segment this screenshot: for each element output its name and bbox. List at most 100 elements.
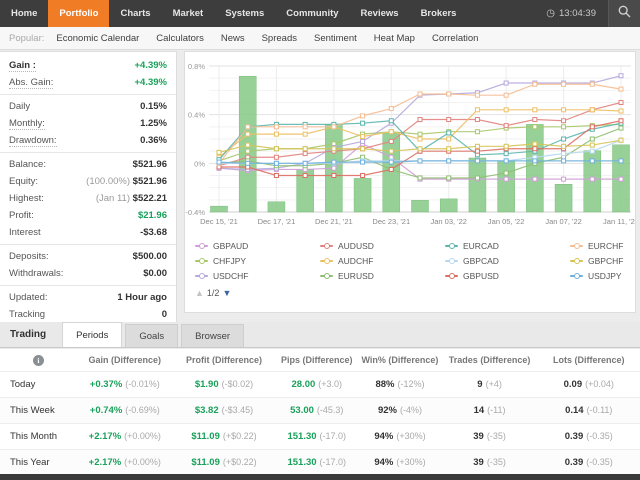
series-marker-gbpchf	[388, 148, 394, 154]
cell-difference: (-4%)	[399, 405, 422, 415]
popular-item-heat-map[interactable]: Heat Map	[374, 33, 415, 44]
col-header-pips: Pips (Difference)	[281, 355, 353, 365]
popular-item-calculators[interactable]: Calculators	[156, 33, 204, 44]
series-marker-gbpaud	[561, 176, 567, 182]
info-icon[interactable]: i	[32, 354, 44, 366]
tab-browser[interactable]: Browser	[181, 324, 245, 347]
legend-item-chfjpy[interactable]: CHFJPY	[195, 253, 320, 268]
cell-win: 94% (+30%)	[358, 431, 441, 442]
popular-item-sentiment[interactable]: Sentiment	[314, 33, 357, 44]
nav-item-reviews[interactable]: Reviews	[350, 0, 410, 27]
series-marker-gbpchf	[561, 143, 567, 149]
popular-item-correlation[interactable]: Correlation	[432, 33, 478, 44]
table-row-this-month: This Month +2.17% (+0.00%) $11.09 (+$0.22) 15…	[0, 424, 640, 450]
series-marker-eurchf	[618, 86, 624, 92]
series-marker-gbpchf	[446, 146, 452, 152]
stat-value: $500.00	[132, 251, 167, 262]
clock-time: 13:04:39	[559, 8, 596, 19]
cell-lots: 0.09 (+0.04)	[538, 379, 640, 390]
legend-item-gbpusd[interactable]: GBPUSD	[445, 268, 570, 283]
stat-group: Deposits: $500.00 Withdrawals: $0.00	[0, 244, 176, 285]
stat-label[interactable]: Gain :	[9, 60, 36, 72]
legend-item-gbpaud[interactable]: GBPAUD	[195, 238, 320, 253]
series-marker-usdjpy	[446, 158, 452, 164]
tab-goals[interactable]: Goals	[125, 324, 179, 347]
series-marker-usdjpy	[360, 159, 366, 165]
y-tick-label: 0%	[194, 159, 205, 168]
daily-gain-bar	[526, 124, 544, 213]
nav-item-portfolio[interactable]: Portfolio	[48, 0, 110, 27]
nav-item-brokers[interactable]: Brokers	[410, 0, 468, 27]
legend-marker-icon	[320, 257, 333, 264]
series-marker-audchf	[503, 107, 509, 113]
x-tick-label: Jan 05, '22	[488, 217, 524, 226]
nav-item-systems[interactable]: Systems	[214, 0, 275, 27]
series-marker-usdjpy	[245, 160, 251, 166]
page-down-icon[interactable]: ▼	[222, 288, 231, 298]
series-marker-usdjpy	[474, 158, 480, 164]
stats-sidebar: Gain : +4.39% Abs. Gain: +4.39% Daily 0.15% Mo…	[0, 51, 177, 330]
legend-item-audusd[interactable]: AUDUSD	[320, 238, 445, 253]
stat-label: Interest	[9, 227, 41, 238]
legend-item-gbpcad[interactable]: GBPCAD	[445, 253, 570, 268]
legend-item-usdjpy[interactable]: USDJPY	[570, 268, 640, 283]
bottom-bar	[0, 474, 640, 480]
daily-gain-bar	[468, 157, 487, 213]
legend-item-eurchf[interactable]: EURCHF	[570, 238, 640, 253]
series-marker-gbpaud	[618, 176, 624, 182]
cell-value: 9	[477, 379, 483, 390]
tab-periods[interactable]: Periods	[62, 322, 123, 347]
cell-pips: 151.30 (-17.0)	[275, 457, 358, 468]
cell-profit: $11.09 (+$0.22)	[173, 457, 275, 468]
legend-marker-icon	[445, 272, 458, 279]
nav-item-market[interactable]: Market	[162, 0, 215, 27]
series-marker-gbpusd	[474, 148, 480, 154]
cell-difference: (-35)	[486, 457, 506, 467]
legend-item-audchf[interactable]: AUDCHF	[320, 253, 445, 268]
legend-item-eurcad[interactable]: EURCAD	[445, 238, 570, 253]
stat-label[interactable]: Abs. Gain:	[9, 77, 54, 89]
cell-difference: (+$0.22)	[222, 431, 257, 441]
row-label: This Week	[10, 405, 55, 416]
stat-label[interactable]: Drawdown:	[9, 135, 57, 147]
table-header-row: i Gain (Difference) Profit (Difference) Pip…	[0, 349, 640, 372]
legend-label: EURCAD	[463, 240, 499, 251]
cell-trades: 14 (-11)	[442, 405, 538, 416]
nav-item-charts[interactable]: Charts	[109, 0, 161, 27]
legend-item-gbpchf[interactable]: GBPCHF	[570, 253, 640, 268]
popular-item-economic-calendar[interactable]: Economic Calendar	[56, 33, 139, 44]
sidebar-row-abs-gain: Abs. Gain: +4.39%	[0, 74, 176, 91]
series-marker-eurchf	[417, 91, 423, 97]
legend-marker-icon	[320, 272, 333, 279]
cell-difference: (-0.01%)	[125, 379, 160, 389]
cell-value: 151.30	[287, 457, 317, 468]
x-tick-label: Jan 11, '22	[603, 217, 635, 226]
legend-marker-icon	[445, 242, 458, 249]
cell-difference: (-0.35)	[586, 431, 613, 441]
page-up-icon[interactable]: ▲	[195, 288, 204, 298]
cell-pips: 28.00 (+3.0)	[275, 379, 358, 390]
series-marker-audusd	[388, 138, 394, 144]
stat-group: Daily 0.15% Monthly: 1.25% Drawdown: 0.36%	[0, 94, 176, 152]
series-marker-audchf	[302, 131, 308, 137]
series-marker-eurchf	[532, 81, 538, 87]
series-marker-gbpusd	[273, 173, 279, 178]
stat-label[interactable]: Monthly:	[9, 118, 45, 130]
y-tick-label: -0.4%	[185, 208, 205, 217]
legend-marker-icon	[445, 257, 458, 264]
popular-item-spreads[interactable]: Spreads	[262, 33, 297, 44]
cell-trades: 39 (-35)	[442, 457, 538, 468]
legend-item-eurusd[interactable]: EURUSD	[320, 268, 445, 283]
legend-label: USDCHF	[213, 270, 249, 281]
legend-item-usdchf[interactable]: USDCHF	[195, 268, 320, 283]
gain-chart[interactable]: 0.8% 0.4% 0% -0.4%Dec 15, '21 Dec 17, '21 Dec…	[185, 52, 635, 234]
top-nav: Home Portfolio Charts Market Systems Communit…	[0, 0, 640, 27]
nav-item-community[interactable]: Community	[275, 0, 349, 27]
search-button[interactable]	[608, 0, 640, 27]
popular-item-news[interactable]: News	[221, 33, 245, 44]
series-marker-chfjpy	[532, 124, 538, 130]
series-marker-audchf	[446, 136, 452, 142]
nav-item-home[interactable]: Home	[0, 0, 48, 27]
stat-label: Deposits:	[9, 251, 49, 262]
sidebar-row-equity: Equity: (100.00%) $521.96	[0, 173, 176, 190]
